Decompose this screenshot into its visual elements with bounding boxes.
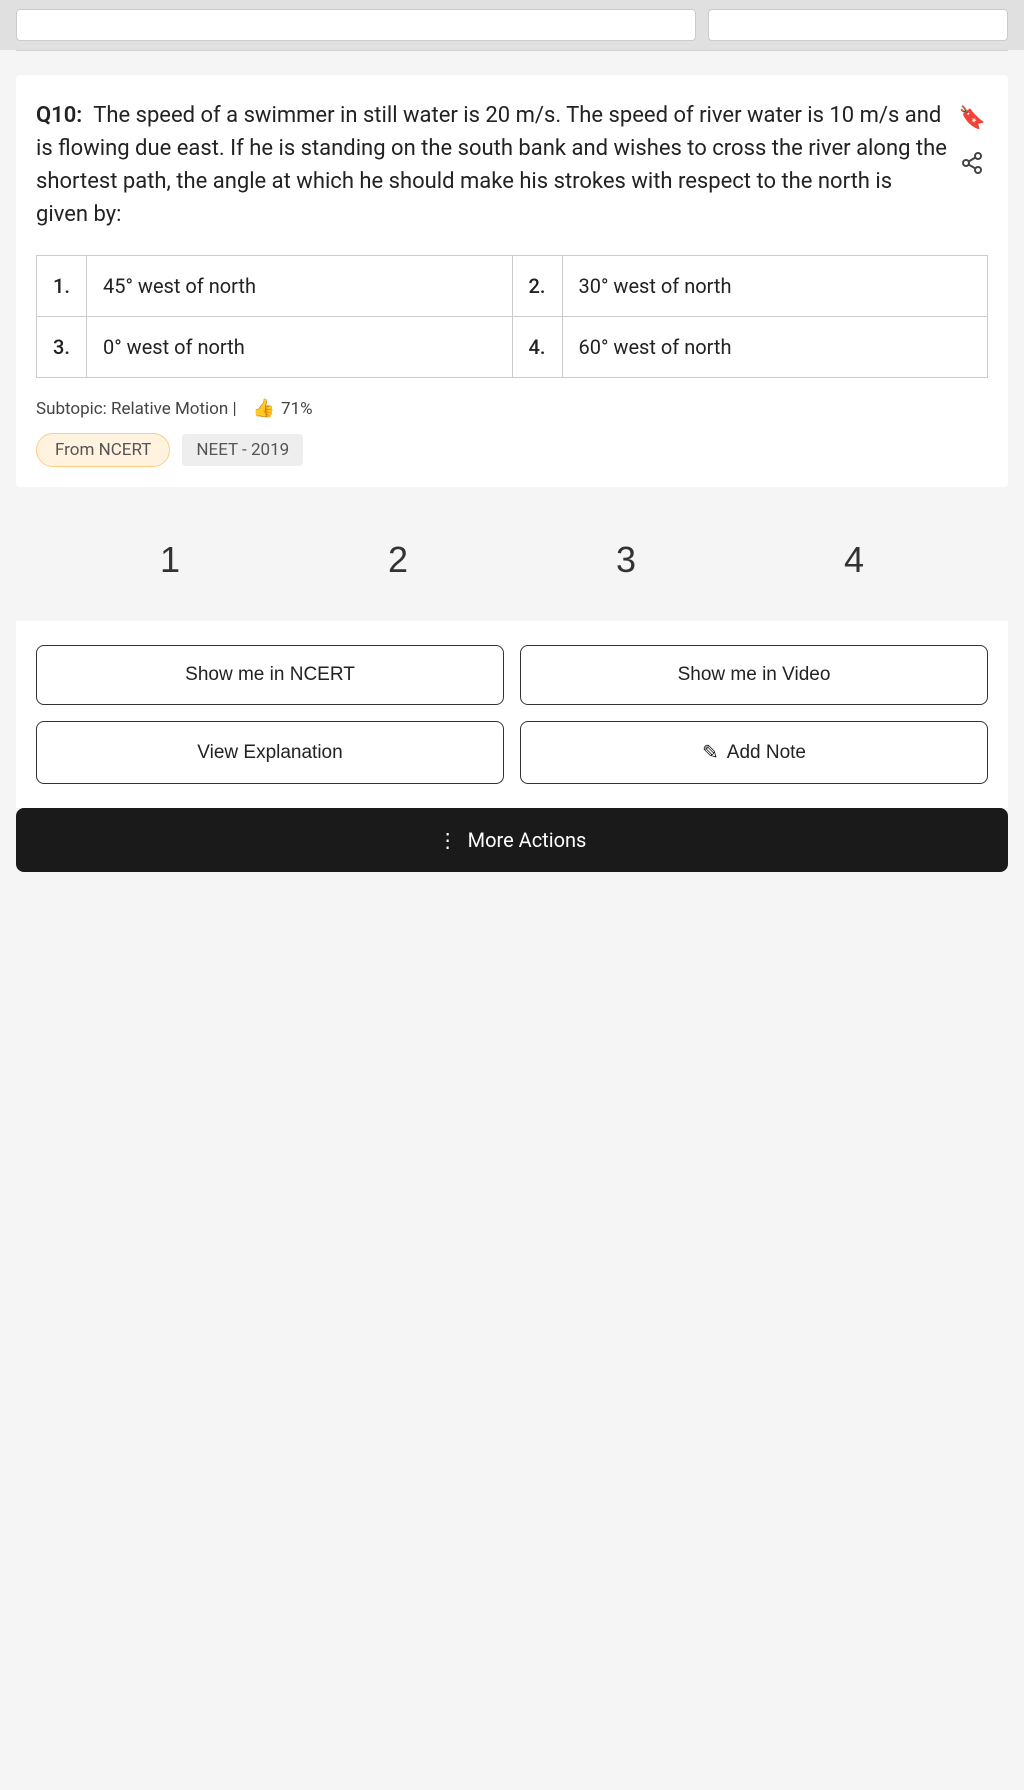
- action-buttons-section: Show me in NCERT Show me in Video View E…: [16, 621, 1008, 808]
- option-2-num: 2.: [512, 256, 562, 317]
- bookmark-button[interactable]: 🔖: [957, 103, 988, 133]
- option-1-num: 1.: [37, 256, 87, 317]
- like-badge: 👍 71%: [253, 398, 313, 419]
- subtopic-label: Subtopic: Relative Motion |: [36, 399, 237, 419]
- option-1-text: 45° west of north: [87, 256, 513, 317]
- answer-section: 1 2 3 4: [16, 487, 1008, 621]
- show-video-button[interactable]: Show me in Video: [520, 645, 988, 705]
- add-note-button[interactable]: ✎ Add Note: [520, 721, 988, 784]
- tag-ncert: From NCERT: [36, 433, 170, 467]
- meta-row: Subtopic: Relative Motion | 👍 71%: [36, 398, 988, 419]
- more-actions-bar[interactable]: ⋮ More Actions: [16, 808, 1008, 872]
- option-4-text: 60° west of north: [562, 317, 988, 378]
- option-2-text: 30° west of north: [562, 256, 988, 317]
- question-text-block: Q10: The speed of a swimmer in still wat…: [36, 99, 949, 231]
- table-row: 3. 0° west of north 4. 60° west of north: [37, 317, 988, 378]
- question-number: Q10:: [36, 103, 82, 128]
- show-ncert-button[interactable]: Show me in NCERT: [36, 645, 504, 705]
- action-row-2: View Explanation ✎ Add Note: [36, 721, 988, 784]
- answer-option-1[interactable]: 1: [56, 519, 284, 601]
- view-explanation-button[interactable]: View Explanation: [36, 721, 504, 784]
- top-input-2[interactable]: [708, 9, 1008, 41]
- share-button[interactable]: [957, 149, 988, 183]
- question-text: The speed of a swimmer in still water is…: [36, 103, 947, 227]
- option-3-text: 0° west of north: [87, 317, 513, 378]
- answer-option-2[interactable]: 2: [284, 519, 512, 601]
- like-percent: 71%: [281, 399, 313, 419]
- table-row: 1. 45° west of north 2. 30° west of nort…: [37, 256, 988, 317]
- tag-neet: NEET - 2019: [182, 434, 303, 466]
- add-note-label: Add Note: [727, 742, 806, 764]
- question-body: Q10: The speed of a swimmer in still wat…: [36, 103, 947, 227]
- action-row-1: Show me in NCERT Show me in Video: [36, 645, 988, 705]
- answer-option-4[interactable]: 4: [740, 519, 968, 601]
- top-input-1[interactable]: [16, 9, 696, 41]
- option-3-num: 3.: [37, 317, 87, 378]
- answer-row: 1 2 3 4: [36, 519, 988, 601]
- answer-option-3[interactable]: 3: [512, 519, 740, 601]
- add-note-icon: ✎: [702, 740, 719, 765]
- question-icons: 🔖: [957, 99, 988, 183]
- thumbs-up-icon: 👍: [253, 398, 275, 419]
- top-bar: [0, 0, 1024, 50]
- tags-row: From NCERT NEET - 2019: [36, 433, 988, 467]
- options-table: 1. 45° west of north 2. 30° west of nort…: [36, 255, 988, 378]
- question-card: Q10: The speed of a swimmer in still wat…: [16, 75, 1008, 487]
- more-actions-dots-icon: ⋮: [438, 828, 460, 852]
- more-actions-label: More Actions: [468, 828, 587, 852]
- option-4-num: 4.: [512, 317, 562, 378]
- divider: [16, 50, 1008, 51]
- question-header: Q10: The speed of a swimmer in still wat…: [36, 99, 988, 231]
